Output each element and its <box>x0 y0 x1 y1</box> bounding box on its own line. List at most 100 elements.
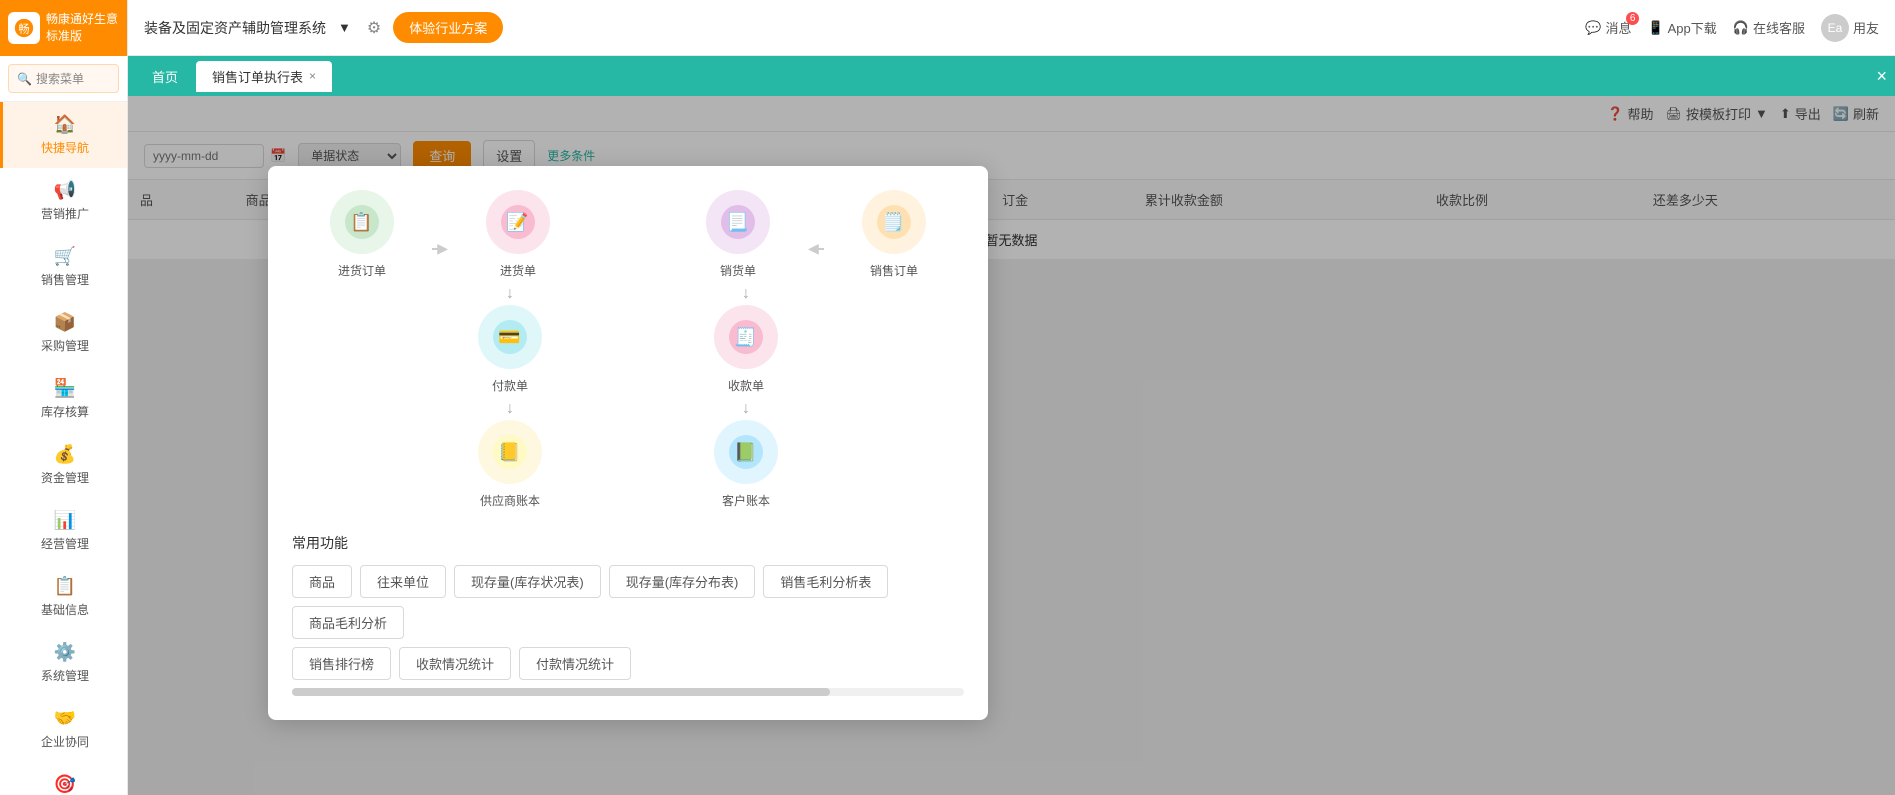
func-btn-stock-dist[interactable]: 现存量(库存分布表) <box>609 565 756 598</box>
arrow-sb-rec: ↓ <box>676 283 816 305</box>
flow-item-purchase-bill[interactable]: 📝 进货单 <box>448 190 588 279</box>
sidebar-item-purchase[interactable]: 📦 采购管理 <box>0 300 127 366</box>
app-download-label: App下载 <box>1668 18 1717 37</box>
svg-text:📗: 📗 <box>734 442 756 462</box>
sales-bill-label: 销货单 <box>720 262 756 279</box>
customer-ledger-label: 客户账本 <box>722 492 770 509</box>
sidebar-item-inventory[interactable]: 🏪 库存核算 <box>0 366 127 432</box>
sidebar-item-sales[interactable]: 🛒 销售管理 <box>0 234 127 300</box>
finance-icon: 💰 <box>54 444 76 465</box>
app-download-icon: 📱 <box>1647 20 1663 36</box>
avatar: Ea <box>1821 14 1849 42</box>
func-btn-receipt-stats[interactable]: 收款情况统计 <box>399 647 511 680</box>
modal-scrollbar[interactable] <box>292 688 964 696</box>
sidebar-item-system[interactable]: ⚙️ 系统管理 <box>0 630 127 696</box>
online-service-btn[interactable]: 🎧 在线客服 <box>1733 18 1805 37</box>
flow-item-payment[interactable]: 💳 付款单 <box>440 305 580 394</box>
tabbar-close-all[interactable]: × <box>1876 66 1887 87</box>
flow-item-purchase-order[interactable]: 📋 进货订单 <box>292 190 432 279</box>
sidebar: 畅 畅康通好生意 标准版 🔍 搜索菜单 🏠 快捷导航 📢 营销推广 � <box>0 0 128 795</box>
purchase-order-icon: 📋 <box>330 190 394 254</box>
experience-btn[interactable]: 体验行业方案 <box>393 12 503 43</box>
sidebar-item-marketing[interactable]: 📢 营销推广 <box>0 168 127 234</box>
content-area: ❓ 帮助 🖨 按模板打印 ▼ ⬆ 导出 🔄 刷新 <box>128 96 1895 795</box>
sidebar-item-label: 快捷导航 <box>41 139 89 156</box>
topbar: 装备及固定资产辅助管理系统 ▼ ⚙ 体验行业方案 💬 消息 6 📱 App下载 … <box>128 0 1895 56</box>
sidebar-search-area: 🔍 搜索菜单 <box>0 56 127 102</box>
flow-item-receipt[interactable]: 🧾 收款单 <box>676 305 816 394</box>
sidebar-item-quick-nav[interactable]: 🏠 快捷导航 <box>0 102 127 168</box>
active-tab-label: 销售订单执行表 <box>212 67 303 86</box>
svg-text:📒: 📒 <box>498 442 520 462</box>
beginner-icon: 🎯 <box>54 774 76 795</box>
sidebar-item-operation[interactable]: 📊 经营管理 <box>0 498 127 564</box>
message-btn[interactable]: 💬 消息 6 <box>1585 18 1631 37</box>
func-btn-partners[interactable]: 往来单位 <box>360 565 446 598</box>
func-btn-goods-profit[interactable]: 商品毛利分析 <box>292 606 404 639</box>
sidebar-item-beginner[interactable]: 🎯 新手引导 <box>0 762 127 795</box>
flow-item-supplier-ledger[interactable]: 📒 供应商账本 <box>440 420 580 509</box>
sidebar-item-cooperation[interactable]: 🤝 企业协同 <box>0 696 127 762</box>
system-title-dropdown[interactable]: ▼ <box>338 20 351 35</box>
operation-icon: 📊 <box>54 510 76 531</box>
sidebar-item-label: 资金管理 <box>41 469 89 486</box>
tab-sales-order[interactable]: 销售订单执行表 × <box>196 61 332 92</box>
customer-ledger-icon: 📗 <box>714 420 778 484</box>
flow-item-sales-order[interactable]: 🗒️ 销售订单 <box>824 190 964 279</box>
func-btn-payment-stats[interactable]: 付款情况统计 <box>519 647 631 680</box>
func-btn-row-1: 商品 往来单位 现存量(库存状况表) 现存量(库存分布表) 销售毛利分析表 商品… <box>292 565 964 639</box>
close-all-icon: × <box>1876 66 1887 86</box>
sidebar-item-label: 库存核算 <box>41 403 89 420</box>
sidebar-item-basic-info[interactable]: 📋 基础信息 <box>0 564 127 630</box>
flow-row-1: 📋 进货订单 ▶ <box>292 190 964 279</box>
sidebar-item-label: 系统管理 <box>41 667 89 684</box>
sales-order-label: 销售订单 <box>870 262 918 279</box>
flow-row-2: 💳 付款单 🧾 收款单 <box>292 305 964 394</box>
chevron-down-icon: ▼ <box>338 20 351 35</box>
modal-overlay: 📋 进货订单 ▶ <box>128 96 1895 795</box>
main-content: 装备及固定资产辅助管理系统 ▼ ⚙ 体验行业方案 💬 消息 6 📱 App下载 … <box>128 0 1895 795</box>
supplier-ledger-label: 供应商账本 <box>480 492 540 509</box>
svg-text:📋: 📋 <box>350 211 372 232</box>
user-menu[interactable]: Ea 用友 <box>1821 14 1879 42</box>
svg-text:📝: 📝 <box>506 211 528 232</box>
purchase-bill-label: 进货单 <box>500 262 536 279</box>
sidebar-item-label: 营销推广 <box>41 205 89 222</box>
sidebar-item-label: 经营管理 <box>41 535 89 552</box>
settings-icon[interactable]: ⚙ <box>367 18 381 38</box>
arrow-so-sb: ◀ <box>808 240 824 279</box>
sidebar-item-finance[interactable]: 💰 资金管理 <box>0 432 127 498</box>
logo-icon: 畅 <box>8 12 40 44</box>
svg-text:💳: 💳 <box>498 327 520 347</box>
system-title: 装备及固定资产辅助管理系统 <box>144 18 326 38</box>
tabbar: 首页 销售订单执行表 × × <box>128 56 1895 96</box>
online-service-icon: 🎧 <box>1733 20 1749 36</box>
purchase-order-label: 进货订单 <box>338 262 386 279</box>
app-download-btn[interactable]: 📱 App下载 <box>1647 18 1716 37</box>
func-btn-sales-rank[interactable]: 销售排行榜 <box>292 647 391 680</box>
logo-text: 畅康通好生意 标准版 <box>46 11 118 45</box>
func-btn-stock-status[interactable]: 现存量(库存状况表) <box>454 565 601 598</box>
flow-item-sales-bill[interactable]: 📃 销货单 <box>668 190 808 279</box>
system-icon: ⚙️ <box>54 642 76 663</box>
basic-info-icon: 📋 <box>54 576 76 597</box>
func-btn-goods[interactable]: 商品 <box>292 565 352 598</box>
quick-nav-icon: 🏠 <box>54 114 76 135</box>
topbar-right: 💬 消息 6 📱 App下载 🎧 在线客服 Ea 用友 <box>1585 14 1879 42</box>
arrow-rec-cust: ↓ <box>676 398 816 420</box>
purchase-bill-icon: 📝 <box>486 190 550 254</box>
sidebar-logo: 畅 畅康通好生意 标准版 <box>0 0 127 56</box>
marketing-icon: 📢 <box>54 180 76 201</box>
tab-close-btn[interactable]: × <box>309 69 316 83</box>
svg-text:畅: 畅 <box>19 22 30 36</box>
tab-home[interactable]: 首页 <box>136 61 194 92</box>
inventory-icon: 🏪 <box>54 378 76 399</box>
func-btn-sales-profit[interactable]: 销售毛利分析表 <box>763 565 888 598</box>
flow-down-arrows-1: ↓ ↓ <box>292 283 964 305</box>
user-label: 用友 <box>1853 18 1879 37</box>
flow-row-3: 📒 供应商账本 📗 客户账本 <box>292 420 964 509</box>
search-menu-button[interactable]: 🔍 搜索菜单 <box>8 64 119 93</box>
scrollbar-thumb <box>292 688 830 696</box>
common-functions: 常用功能 商品 往来单位 现存量(库存状况表) 现存量(库存分布表) 销售毛利分… <box>292 533 964 680</box>
flow-item-customer-ledger[interactable]: 📗 客户账本 <box>676 420 816 509</box>
